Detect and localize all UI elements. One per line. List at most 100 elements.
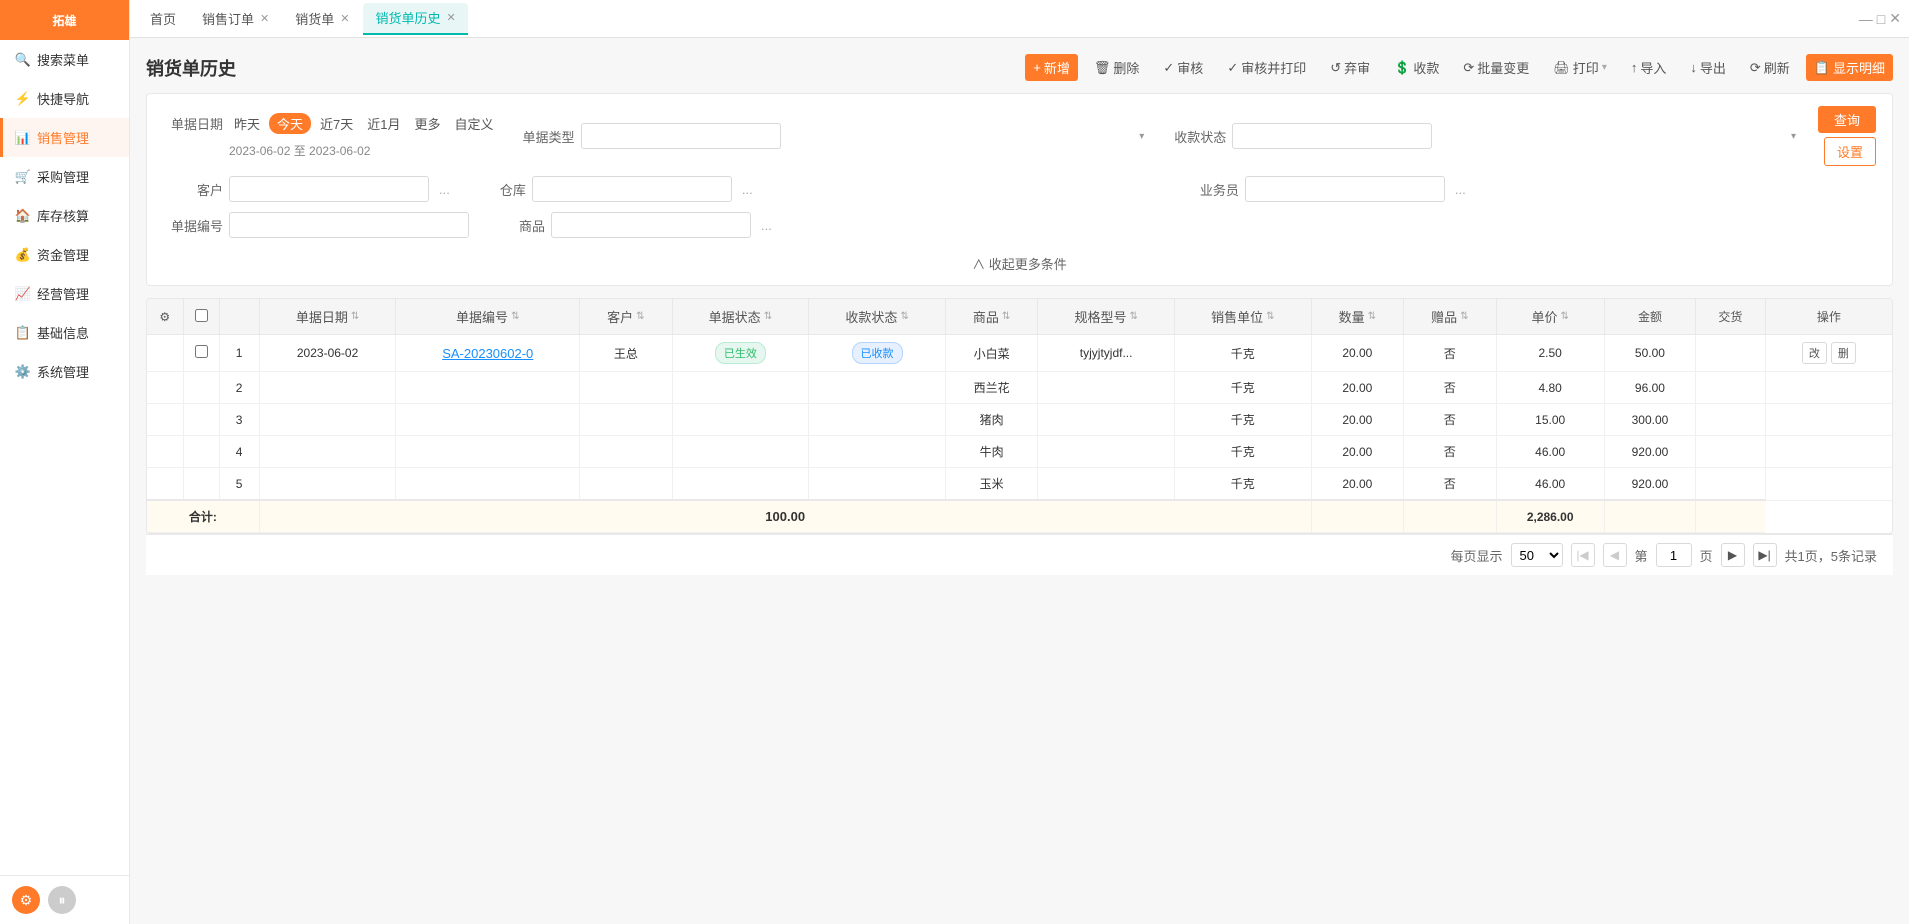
th-collect-status[interactable]: 收款状态⇅ bbox=[809, 299, 946, 335]
td-doc-no[interactable] bbox=[396, 468, 580, 501]
tab-close-sales-order[interactable]: ✕ bbox=[260, 12, 269, 25]
review-print-button[interactable]: ✓ 审核并打印 bbox=[1219, 54, 1314, 81]
sidebar-item-sales[interactable]: 📊 销售管理 bbox=[0, 118, 129, 157]
td-checkbox[interactable] bbox=[183, 468, 219, 501]
doc-no-link[interactable]: SA-20230602-0 bbox=[442, 346, 533, 361]
salesperson-dots[interactable]: ... bbox=[1455, 182, 1466, 197]
td-checkbox[interactable] bbox=[183, 404, 219, 436]
doc-type-select[interactable] bbox=[581, 123, 781, 149]
th-spec[interactable]: 规格型号⇅ bbox=[1038, 299, 1175, 335]
add-button[interactable]: + 新增 bbox=[1025, 54, 1078, 81]
td-doc-no[interactable] bbox=[396, 372, 580, 404]
setting-button[interactable]: 设置 bbox=[1824, 137, 1876, 166]
th-customer[interactable]: 客户⇅ bbox=[580, 299, 672, 335]
tab-sales-order[interactable]: 销售订单 ✕ bbox=[190, 3, 281, 35]
sidebar-item-system[interactable]: ⚙️ 系统管理 bbox=[0, 352, 129, 391]
th-quantity[interactable]: 数量⇅ bbox=[1311, 299, 1403, 335]
print-button[interactable]: 🖨 打印 ▾ bbox=[1545, 54, 1615, 81]
th-doc-status[interactable]: 单据状态⇅ bbox=[672, 299, 809, 335]
shortcut-1month[interactable]: 近1月 bbox=[362, 113, 405, 134]
abandon-button[interactable]: ↺ 弃审 bbox=[1322, 54, 1378, 81]
td-sales-unit: 千克 bbox=[1174, 436, 1311, 468]
per-page-select[interactable]: 50 100 bbox=[1511, 543, 1563, 567]
td-checkbox[interactable] bbox=[183, 436, 219, 468]
warehouse-dots[interactable]: ... bbox=[742, 182, 753, 197]
goods-dots[interactable]: ... bbox=[761, 218, 772, 233]
query-button[interactable]: 查询 bbox=[1818, 106, 1876, 133]
page-number-input[interactable] bbox=[1656, 543, 1692, 567]
show-detail-button[interactable]: 📋 显示明细 bbox=[1806, 54, 1893, 81]
export-button[interactable]: ↓ 导出 bbox=[1682, 54, 1734, 81]
shortcut-7days[interactable]: 近7天 bbox=[315, 113, 358, 134]
tab-close-sales-goods[interactable]: ✕ bbox=[340, 12, 349, 25]
customer-dots[interactable]: ... bbox=[439, 182, 450, 197]
edit-op-btn[interactable]: 改 bbox=[1802, 342, 1827, 364]
td-customer bbox=[580, 372, 672, 404]
customer-input[interactable] bbox=[229, 176, 429, 202]
td-doc-no[interactable] bbox=[396, 404, 580, 436]
row-checkbox[interactable] bbox=[195, 345, 208, 358]
td-unit-price: 46.00 bbox=[1496, 468, 1604, 501]
td-operation[interactable] bbox=[1765, 404, 1892, 436]
refresh-button[interactable]: ⟳ 刷新 bbox=[1742, 54, 1798, 81]
salesperson-input[interactable] bbox=[1245, 176, 1445, 202]
select-all-checkbox[interactable] bbox=[195, 309, 208, 322]
th-doc-date[interactable]: 单据日期⇅ bbox=[259, 299, 396, 335]
goods-label: 商品 bbox=[485, 216, 545, 235]
tab-minimize-icon[interactable]: — bbox=[1859, 11, 1873, 27]
th-goods[interactable]: 商品⇅ bbox=[945, 299, 1037, 335]
prev-page-button[interactable]: ◀ bbox=[1603, 543, 1627, 567]
td-operation[interactable] bbox=[1765, 372, 1892, 404]
sidebar-pause-button[interactable]: ⏸ bbox=[48, 886, 76, 914]
td-checkbox[interactable] bbox=[183, 372, 219, 404]
delete-button[interactable]: 🗑 删除 bbox=[1086, 54, 1148, 81]
td-checkbox[interactable] bbox=[183, 335, 219, 372]
sidebar-gear-button[interactable]: ⚙ bbox=[12, 886, 40, 914]
doc-no-input[interactable] bbox=[229, 212, 469, 238]
batch-change-button[interactable]: ⟳ 批量变更 bbox=[1455, 54, 1537, 81]
th-sales-unit[interactable]: 销售单位⇅ bbox=[1174, 299, 1311, 335]
warehouse-input[interactable] bbox=[532, 176, 732, 202]
th-gift[interactable]: 赠品⇅ bbox=[1404, 299, 1496, 335]
shortcut-more[interactable]: 更多 bbox=[410, 113, 446, 134]
goods-input[interactable] bbox=[551, 212, 751, 238]
shortcut-custom[interactable]: 自定义 bbox=[450, 113, 499, 134]
tab-close-window-icon[interactable]: ✕ bbox=[1889, 10, 1901, 27]
tab-sales-history[interactable]: 销货单历史 ✕ bbox=[363, 3, 467, 35]
sidebar-item-finance[interactable]: 💰 资金管理 bbox=[0, 235, 129, 274]
tab-sales-goods[interactable]: 销货单 ✕ bbox=[283, 3, 361, 35]
del-op-btn[interactable]: 删 bbox=[1831, 342, 1856, 364]
first-page-button[interactable]: |◀ bbox=[1571, 543, 1595, 567]
filter-expand[interactable]: ∧ 收起更多条件 bbox=[163, 248, 1876, 273]
th-doc-no[interactable]: 单据编号⇅ bbox=[396, 299, 580, 335]
collect-button[interactable]: 💲 收款 bbox=[1386, 54, 1447, 81]
tab-home[interactable]: 首页 bbox=[138, 3, 188, 35]
sort-doc-no-icon: ⇅ bbox=[511, 311, 519, 322]
td-doc-date bbox=[259, 468, 396, 501]
td-doc-no[interactable] bbox=[396, 436, 580, 468]
last-page-button[interactable]: ▶| bbox=[1753, 543, 1777, 567]
import-button[interactable]: ↑ 导入 bbox=[1623, 54, 1675, 81]
shortcut-yesterday[interactable]: 昨天 bbox=[229, 113, 265, 134]
sidebar-item-operations[interactable]: 📈 经营管理 bbox=[0, 274, 129, 313]
tab-close-sales-history[interactable]: ✕ bbox=[447, 11, 456, 24]
td-operation[interactable]: 改删 bbox=[1765, 335, 1892, 372]
th-checkbox[interactable] bbox=[183, 299, 219, 335]
td-unit-price: 46.00 bbox=[1496, 436, 1604, 468]
th-unit-price[interactable]: 单价⇅ bbox=[1496, 299, 1604, 335]
sidebar-item-purchase[interactable]: 🛒 采购管理 bbox=[0, 157, 129, 196]
sidebar-item-quick-nav[interactable]: ⚡ 快捷导航 bbox=[0, 79, 129, 118]
next-page-button[interactable]: ▶ bbox=[1721, 543, 1745, 567]
sidebar-item-basic-info[interactable]: 📋 基础信息 bbox=[0, 313, 129, 352]
sidebar: 拓雄 🔍 搜索菜单 ⚡ 快捷导航 📊 销售管理 🛒 采购管理 🏠 库存核算 💰 … bbox=[0, 0, 130, 924]
sidebar-item-search-menu[interactable]: 🔍 搜索菜单 bbox=[0, 40, 129, 79]
td-operation[interactable] bbox=[1765, 468, 1892, 501]
td-doc-no[interactable]: SA-20230602-0 bbox=[396, 335, 580, 372]
td-operation[interactable] bbox=[1765, 436, 1892, 468]
sidebar-item-inventory[interactable]: 🏠 库存核算 bbox=[0, 196, 129, 235]
th-settings[interactable]: ⚙ bbox=[147, 299, 183, 335]
review-button[interactable]: ✓ 审核 bbox=[1155, 54, 1211, 81]
shortcut-today[interactable]: 今天 bbox=[269, 113, 311, 134]
tab-maximize-icon[interactable]: □ bbox=[1877, 11, 1885, 27]
collect-status-select[interactable] bbox=[1232, 123, 1432, 149]
